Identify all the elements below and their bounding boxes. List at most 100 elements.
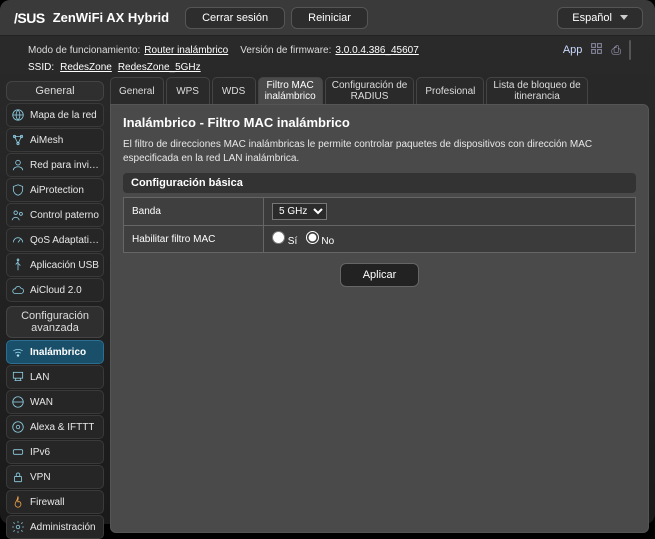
sidebar-item-label: QoS Adaptativa	[30, 235, 99, 246]
tab-wps[interactable]: WPS	[166, 77, 210, 104]
enable-label: Habilitar filtro MAC	[124, 226, 264, 253]
sidebar-item-ipv6[interactable]: IPv6	[6, 440, 104, 464]
yes-text: Sí	[288, 236, 297, 247]
guest-icon	[11, 158, 25, 172]
voice-icon	[11, 420, 25, 434]
table-row: Habilitar filtro MAC Sí No	[124, 226, 636, 253]
sidebar-item-label: Control paterno	[30, 210, 99, 221]
fire-icon	[11, 495, 25, 509]
sidebar-item-label: Inalámbrico	[30, 347, 86, 358]
table-row: Banda 5 GHz	[124, 198, 636, 226]
brand-logo: /SUS	[0, 10, 53, 26]
sidebar-item-usb[interactable]: Aplicación USB	[6, 253, 104, 277]
no-text: No	[321, 236, 334, 247]
page-title: Inalámbrico - Filtro MAC inalámbrico	[123, 115, 636, 130]
usb-icon[interactable]: ⎙	[611, 43, 621, 58]
mode-link[interactable]: Router inalámbrico	[144, 45, 228, 56]
sidebar-item-guest[interactable]: Red para invitados	[6, 153, 104, 177]
sidebar-item-admin[interactable]: Administración	[6, 515, 104, 539]
sidebar-item-label: Alexa & IFTTT	[30, 422, 94, 433]
usb-icon	[11, 258, 25, 272]
reboot-button[interactable]: Reiniciar	[291, 7, 368, 29]
sidebar-item-firewall[interactable]: Firewall	[6, 490, 104, 514]
sidebar-item-aiprotection[interactable]: AiProtection	[6, 178, 104, 202]
sidebar-item-label: Mapa de la red	[30, 110, 97, 121]
tab-radius[interactable]: Configuración de RADIUS	[325, 77, 415, 104]
gauge-icon	[11, 233, 25, 247]
sidebar-item-lan[interactable]: LAN	[6, 365, 104, 389]
tab-wds[interactable]: WDS	[212, 77, 256, 104]
info-row-1: Modo de funcionamiento: Router inalámbri…	[0, 36, 655, 62]
tab-general[interactable]: General	[110, 77, 164, 104]
people-icon	[11, 208, 25, 222]
radio-yes[interactable]	[272, 231, 285, 244]
mode-label: Modo de funcionamiento:	[28, 45, 140, 56]
sidebar-item-vpn[interactable]: VPN	[6, 465, 104, 489]
vpn-icon	[11, 470, 25, 484]
sidebar-item-networkmap[interactable]: Mapa de la red	[6, 103, 104, 127]
sidebar-item-label: Red para invitados	[30, 160, 99, 171]
wan-icon	[11, 395, 25, 409]
radio-yes-label[interactable]: Sí	[272, 236, 297, 247]
band-select[interactable]: 5 GHz	[272, 203, 327, 220]
tab-roaming[interactable]: Lista de bloqueo de itinerancia	[486, 77, 587, 104]
ipv6-icon	[11, 445, 25, 459]
sidebar-item-qos[interactable]: QoS Adaptativa	[6, 228, 104, 252]
sidebar-item-wan[interactable]: WAN	[6, 390, 104, 414]
logout-button[interactable]: Cerrar sesión	[185, 7, 285, 29]
sidebar-item-label: Aplicación USB	[30, 260, 99, 271]
sidebar: General Mapa de la red AiMesh Red para i…	[0, 77, 106, 539]
radio-no[interactable]	[306, 231, 319, 244]
apply-bar: Aplicar	[123, 263, 636, 287]
sidebar-item-parental[interactable]: Control paterno	[6, 203, 104, 227]
info-row-2: SSID: RedesZone RedesZone_5GHz	[0, 62, 655, 77]
ssid-label: SSID:	[28, 62, 54, 73]
ssid1-link[interactable]: RedesZone	[60, 62, 112, 73]
sidebar-item-alexa[interactable]: Alexa & IFTTT	[6, 415, 104, 439]
tab-macfilter[interactable]: Filtro MAC inalámbrico	[258, 77, 323, 104]
language-label: Español	[572, 12, 612, 24]
cloud-icon	[11, 283, 25, 297]
sidebar-item-aicloud[interactable]: AiCloud 2.0	[6, 278, 104, 302]
enable-cell: Sí No	[264, 226, 636, 253]
shield-icon	[11, 183, 25, 197]
sidebar-item-label: VPN	[30, 472, 51, 483]
language-selector[interactable]: Español	[557, 7, 643, 29]
app-link[interactable]: App	[563, 44, 583, 56]
wifi-icon	[11, 345, 25, 359]
ssid2-link[interactable]: RedesZone_5GHz	[118, 62, 201, 73]
mesh-icon	[11, 133, 25, 147]
app-shell: /SUS ZenWiFi AX Hybrid Cerrar sesión Rei…	[0, 0, 655, 524]
topbar: /SUS ZenWiFi AX Hybrid Cerrar sesión Rei…	[0, 0, 655, 36]
tabbar: General WPS WDS Filtro MAC inalámbrico C…	[110, 77, 649, 104]
model-name: ZenWiFi AX Hybrid	[53, 10, 181, 25]
apply-button[interactable]: Aplicar	[340, 263, 420, 287]
signal-icon[interactable]	[629, 40, 631, 60]
settings-table: Banda 5 GHz Habilitar filtro MAC Sí	[123, 197, 636, 253]
sidebar-section-advanced: Configuración avanzada	[6, 306, 104, 338]
globe-icon	[11, 108, 25, 122]
chevron-down-icon	[620, 15, 628, 20]
sidebar-item-label: AiCloud 2.0	[30, 285, 82, 296]
sidebar-item-aimesh[interactable]: AiMesh	[6, 128, 104, 152]
main-area: General Mapa de la red AiMesh Red para i…	[0, 77, 655, 539]
sidebar-item-label: Administración	[30, 522, 96, 533]
content-area: General WPS WDS Filtro MAC inalámbrico C…	[106, 77, 655, 539]
sidebar-item-label: AiMesh	[30, 135, 63, 146]
section-header: Configuración básica	[123, 173, 636, 193]
sidebar-section-general: General	[6, 81, 104, 101]
radio-no-label[interactable]: No	[306, 236, 335, 247]
tab-professional[interactable]: Profesional	[416, 77, 484, 104]
sidebar-item-label: LAN	[30, 372, 49, 383]
widget-icon[interactable]	[590, 42, 603, 58]
band-label: Banda	[124, 198, 264, 226]
sidebar-item-label: IPv6	[30, 447, 50, 458]
fw-link[interactable]: 3.0.0.4.386_45607	[335, 45, 418, 56]
gear-icon	[11, 520, 25, 534]
page-description: El filtro de direcciones MAC inalámbrica…	[123, 138, 636, 165]
band-cell: 5 GHz	[264, 198, 636, 226]
panel: Inalámbrico - Filtro MAC inalámbrico El …	[110, 104, 649, 533]
sidebar-item-wireless[interactable]: Inalámbrico	[6, 340, 104, 364]
lan-icon	[11, 370, 25, 384]
sidebar-item-label: AiProtection	[30, 185, 84, 196]
